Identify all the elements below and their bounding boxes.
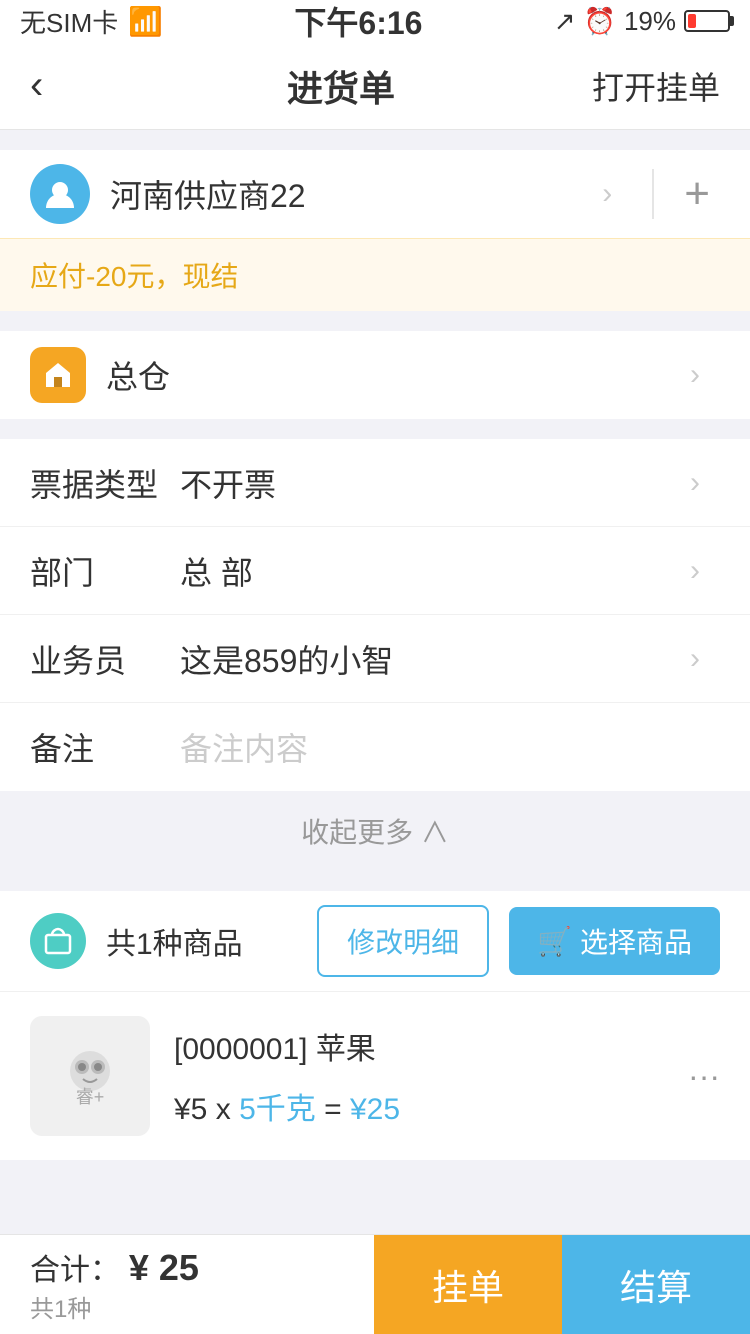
department-chevron-icon: › xyxy=(690,554,700,588)
supplier-row[interactable]: 河南供应商22 › + xyxy=(0,150,750,238)
warehouse-section: 总仓 › xyxy=(0,331,750,419)
total-count: 共1种 xyxy=(30,1289,344,1324)
total-amount: ¥ 25 xyxy=(129,1247,199,1288)
invoice-type-row[interactable]: 票据类型 不开票 › xyxy=(0,439,750,527)
page-title: 进货单 xyxy=(287,60,395,112)
warehouse-icon xyxy=(30,347,86,403)
chevron-right-icon: › xyxy=(602,177,612,211)
status-bar: 无SIM卡 📶 下午6:16 ↗ ⏰ 19% xyxy=(0,0,750,42)
salesperson-label: 业务员 xyxy=(30,636,180,682)
products-icon xyxy=(30,913,86,969)
collapse-button[interactable]: 收起更多 ∧ xyxy=(0,791,750,871)
warehouse-row[interactable]: 总仓 › xyxy=(0,331,750,419)
department-label: 部门 xyxy=(30,548,180,594)
form-section: 票据类型 不开票 › 部门 总 部 › 业务员 这是859的小智 › 备注 备注… xyxy=(0,439,750,791)
select-product-button[interactable]: 🛒 选择商品 xyxy=(509,907,720,975)
suspend-button[interactable]: 挂单 xyxy=(374,1235,562,1334)
status-time: 下午6:16 xyxy=(294,0,422,44)
wifi-icon: 📶 xyxy=(128,5,163,38)
department-row[interactable]: 部门 总 部 › xyxy=(0,527,750,615)
section-gap-1 xyxy=(0,130,750,150)
supplier-name: 河南供应商22 xyxy=(110,171,602,217)
battery-icon xyxy=(684,10,730,32)
remark-row[interactable]: 备注 备注内容 xyxy=(0,703,750,791)
edit-details-button[interactable]: 修改明细 xyxy=(317,905,489,977)
status-right: ↗ ⏰ 19% xyxy=(554,6,730,37)
cart-icon: 🛒 xyxy=(537,925,572,958)
product-title: 苹果 xyxy=(316,1033,376,1066)
product-price: ¥5 x 5千克 = ¥25 xyxy=(174,1084,664,1128)
nav-bar: ‹ 进货单 打开挂单 xyxy=(0,42,750,130)
total-line: 合计： ¥ 25 xyxy=(30,1245,344,1289)
section-gap-3 xyxy=(0,419,750,439)
product-more-button[interactable]: ··· xyxy=(688,1058,720,1095)
invoice-chevron-icon: › xyxy=(690,466,700,500)
product-thumbnail: 睿+ xyxy=(30,1016,150,1136)
product-info: [0000001] 苹果 ¥5 x 5千克 = ¥25 xyxy=(174,1024,664,1128)
product-total: ¥25 xyxy=(350,1093,400,1126)
product-multiply: x xyxy=(216,1093,239,1126)
collapse-label: 收起更多 ∧ xyxy=(301,811,449,851)
product-unit-price: ¥5 xyxy=(174,1093,207,1126)
products-header: 共1种商品 修改明细 🛒 选择商品 xyxy=(0,891,750,991)
salesperson-chevron-icon: › xyxy=(690,642,700,676)
remark-placeholder: 备注内容 xyxy=(180,724,720,770)
supplier-avatar xyxy=(30,164,90,224)
supplier-section: 河南供应商22 › + 应付-20元，现结 xyxy=(0,150,750,311)
bottom-bar: 合计： ¥ 25 共1种 挂单 结算 xyxy=(0,1234,750,1334)
total-label: 合计： xyxy=(30,1254,120,1287)
warehouse-chevron-icon: › xyxy=(690,358,700,392)
product-equals: = xyxy=(324,1093,350,1126)
supplier-divider xyxy=(652,169,654,219)
add-button[interactable]: + xyxy=(674,169,720,219)
remark-label: 备注 xyxy=(30,724,180,770)
battery-label: 19% xyxy=(624,6,676,37)
products-count: 共1种商品 xyxy=(106,919,297,963)
supplier-notice: 应付-20元，现结 xyxy=(0,238,750,311)
svg-text:睿+: 睿+ xyxy=(76,1087,105,1107)
invoice-type-value: 不开票 xyxy=(180,460,690,506)
alarm-icon: ⏰ xyxy=(584,6,616,37)
status-left: 无SIM卡 📶 xyxy=(20,3,163,40)
department-value: 总 部 xyxy=(180,548,690,594)
invoice-type-label: 票据类型 xyxy=(30,460,180,506)
product-item: 睿+ [0000001] 苹果 ¥5 x 5千克 = ¥25 ··· xyxy=(0,991,750,1160)
location-icon: ↗ xyxy=(554,6,576,37)
product-code: [0000001] xyxy=(174,1033,307,1066)
total-section: 合计： ¥ 25 共1种 xyxy=(0,1245,374,1324)
section-gap-4 xyxy=(0,871,750,891)
back-button[interactable]: ‹ xyxy=(30,63,90,108)
product-quantity: 5千克 xyxy=(239,1093,316,1126)
checkout-button[interactable]: 结算 xyxy=(562,1235,750,1334)
salesperson-row[interactable]: 业务员 这是859的小智 › xyxy=(0,615,750,703)
warehouse-name: 总仓 xyxy=(106,352,690,398)
section-gap-2 xyxy=(0,311,750,331)
salesperson-value: 这是859的小智 xyxy=(180,636,690,682)
carrier-label: 无SIM卡 xyxy=(20,3,118,40)
select-product-label: 选择商品 xyxy=(580,921,692,961)
product-name: [0000001] 苹果 xyxy=(174,1024,664,1068)
open-pending-button[interactable]: 打开挂单 xyxy=(592,63,720,109)
